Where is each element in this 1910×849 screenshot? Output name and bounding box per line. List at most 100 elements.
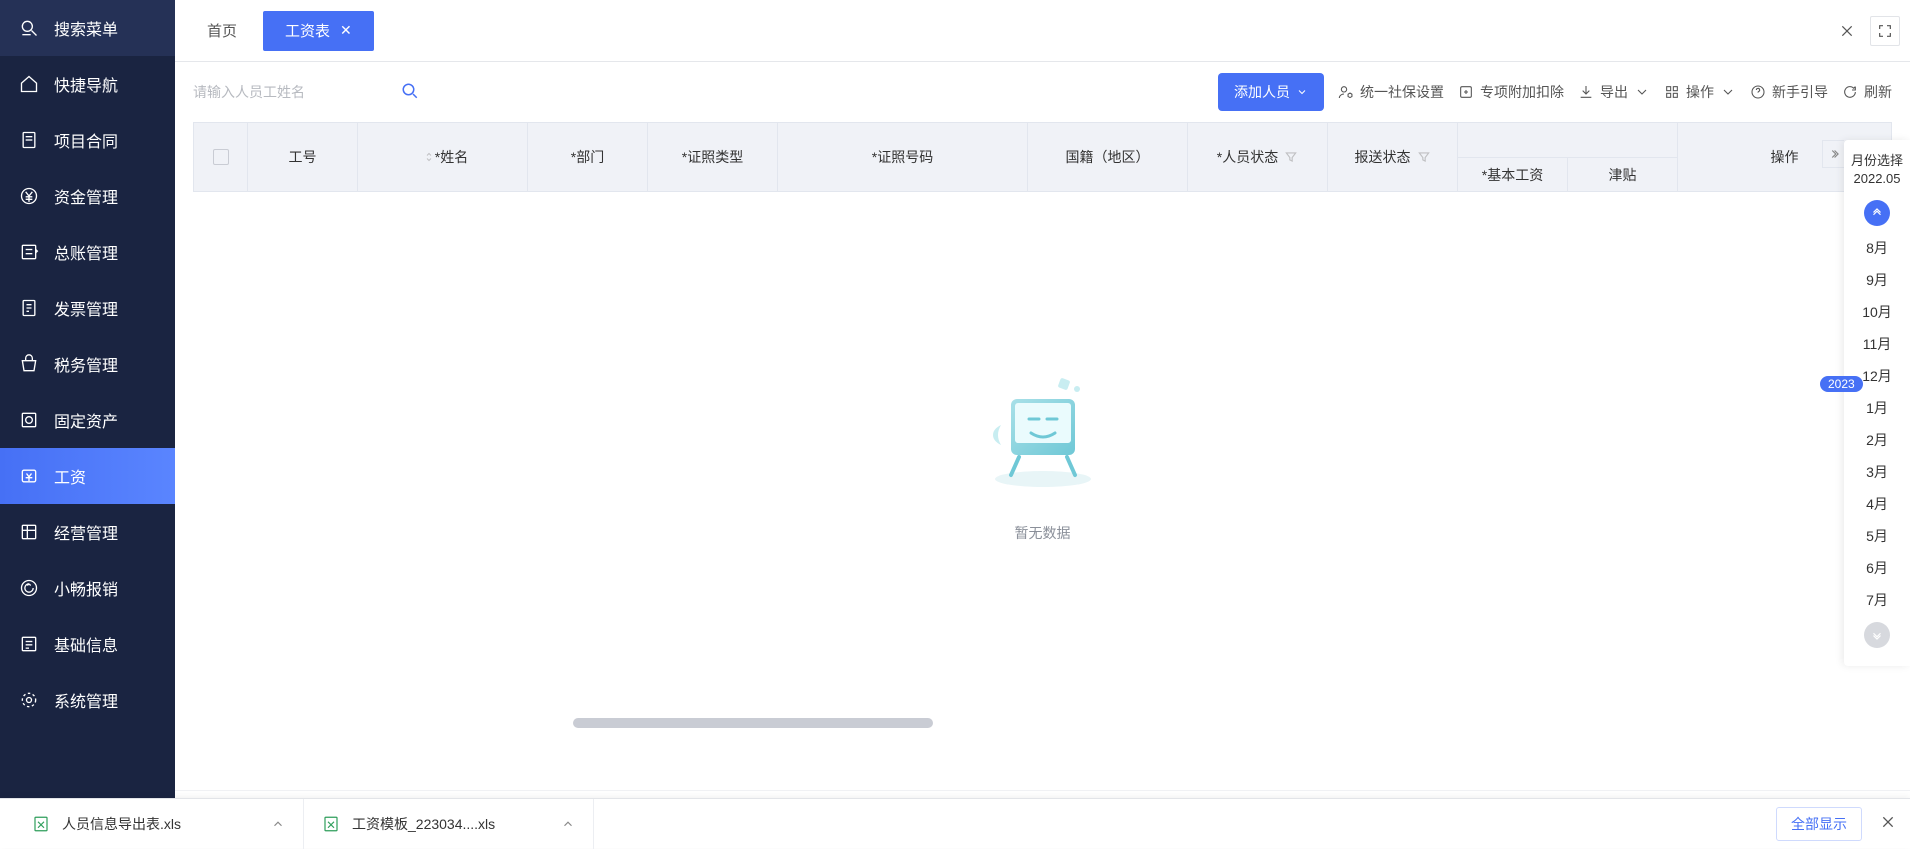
month-item[interactable]: 6月: [1844, 552, 1910, 584]
download-bar-right: 全部显示: [1776, 807, 1896, 841]
tabbar-actions: [1832, 16, 1900, 46]
link-label: 统一社保设置: [1360, 82, 1444, 102]
sidebar-item-search-menu[interactable]: 搜索菜单: [0, 0, 175, 56]
th-status[interactable]: *人员状态: [1188, 123, 1328, 191]
month-item[interactable]: 2月: [1844, 424, 1910, 456]
sidebar-item-project-contract[interactable]: 项目合同: [0, 112, 175, 168]
month-item[interactable]: 4月: [1844, 488, 1910, 520]
button-label: 添加人员: [1234, 82, 1290, 102]
month-item[interactable]: 9月: [1844, 264, 1910, 296]
export-button[interactable]: 导出: [1578, 82, 1650, 102]
sidebar-item-business[interactable]: 经营管理: [0, 504, 175, 560]
main: 首页 工资表 ✕ 添加人员 统一社保设置: [175, 0, 1910, 848]
file-icon: [18, 129, 40, 151]
asset-icon: [18, 409, 40, 431]
search-icon[interactable]: [401, 82, 419, 103]
sidebar-item-reimburse[interactable]: 小畅报销: [0, 560, 175, 616]
excel-file-icon: [322, 815, 340, 833]
special-deduction-button[interactable]: 专项附加扣除: [1458, 82, 1564, 102]
th-dept[interactable]: *部门: [528, 123, 648, 191]
sidebar-item-quick-nav[interactable]: 快捷导航: [0, 56, 175, 112]
month-item[interactable]: 7月: [1844, 584, 1910, 616]
sidebar-item-label: 基础信息: [54, 632, 118, 656]
month-item[interactable]: 3月: [1844, 456, 1910, 488]
action-button[interactable]: 操作: [1664, 82, 1736, 102]
show-all-downloads[interactable]: 全部显示: [1776, 807, 1862, 841]
download-item[interactable]: 人员信息导出表.xls: [14, 799, 304, 849]
th-nation[interactable]: 国籍（地区）: [1028, 123, 1188, 191]
download-bar: 人员信息导出表.xls 工资模板_223034....xls 全部显示: [0, 798, 1910, 848]
add-person-button[interactable]: 添加人员: [1218, 73, 1324, 111]
home-icon: [18, 73, 40, 95]
download-item[interactable]: 工资模板_223034....xls: [304, 799, 594, 849]
close-tab-icon[interactable]: ✕: [340, 22, 352, 39]
sidebar-item-label: 资金管理: [54, 184, 118, 208]
sidebar-item-asset[interactable]: 固定资产: [0, 392, 175, 448]
month-item[interactable]: 5月: [1844, 520, 1910, 552]
chevron-up-icon[interactable]: [271, 817, 285, 831]
filter-icon[interactable]: [1417, 150, 1431, 164]
month-scroll-down[interactable]: [1864, 622, 1890, 648]
th-idno[interactable]: *证照号码: [778, 123, 1028, 191]
tab-bar: 首页 工资表 ✕: [175, 0, 1910, 62]
refresh-icon: [1842, 84, 1858, 100]
sidebar-item-invoice[interactable]: 发票管理: [0, 280, 175, 336]
search-menu-icon: [18, 17, 40, 39]
month-list: 8月9月10月11月12月20231月2月3月4月5月6月7月: [1844, 232, 1910, 616]
table-header: 工号 *姓名 *部门 *证照类型 *证照号码 国籍（地区） *人员状态 报送状态: [193, 122, 1892, 192]
empty-illustration-icon: [973, 361, 1113, 501]
month-panel-date: 2022.05: [1844, 171, 1910, 194]
month-item[interactable]: 10月: [1844, 296, 1910, 328]
month-item[interactable]: 1月: [1844, 392, 1910, 424]
month-panel-title: 月份选择: [1844, 148, 1910, 171]
refresh-button[interactable]: 刷新: [1842, 82, 1892, 102]
search-box: [193, 74, 423, 110]
th-idtype[interactable]: *证照类型: [648, 123, 778, 191]
tab-salary-sheet[interactable]: 工资表 ✕: [263, 11, 374, 51]
export-icon: [1578, 84, 1594, 100]
sidebar-item-system[interactable]: 系统管理: [0, 672, 175, 728]
toolbar: 添加人员 统一社保设置 专项附加扣除 导出 操作: [175, 62, 1910, 122]
th-base-salary[interactable]: *基本工资: [1458, 158, 1568, 191]
close-all-tabs-button[interactable]: [1832, 16, 1862, 46]
chevron-up-icon[interactable]: [561, 817, 575, 831]
filter-icon[interactable]: [1284, 150, 1298, 164]
link-label: 专项附加扣除: [1480, 82, 1564, 102]
empty-text: 暂无数据: [1015, 523, 1071, 543]
social-insurance-button[interactable]: 统一社保设置: [1338, 82, 1444, 102]
month-panel-collapse[interactable]: [1822, 140, 1844, 168]
month-item[interactable]: 11月: [1844, 328, 1910, 360]
sidebar-item-ledger[interactable]: 总账管理: [0, 224, 175, 280]
sidebar-item-label: 快捷导航: [54, 72, 118, 96]
sidebar-item-salary[interactable]: 工资: [0, 448, 175, 504]
tab-label: 工资表: [285, 20, 330, 41]
horizontal-scrollbar[interactable]: [193, 718, 1892, 730]
deduction-icon: [1458, 84, 1474, 100]
sidebar-item-tax[interactable]: 税务管理: [0, 336, 175, 392]
info-icon: [18, 633, 40, 655]
scrollbar-thumb[interactable]: [573, 718, 933, 728]
tax-icon: [18, 353, 40, 375]
sidebar-item-fund[interactable]: 资金管理: [0, 168, 175, 224]
sidebar-item-label: 发票管理: [54, 296, 118, 320]
th-name[interactable]: *姓名: [358, 123, 528, 191]
link-label: 新手引导: [1772, 82, 1828, 102]
select-all-checkbox[interactable]: [213, 149, 229, 165]
th-allowance[interactable]: 津贴: [1568, 158, 1677, 191]
month-scroll-up[interactable]: [1864, 200, 1890, 226]
month-item[interactable]: 8月: [1844, 232, 1910, 264]
sidebar-item-basic-info[interactable]: 基础信息: [0, 616, 175, 672]
guide-button[interactable]: 新手引导: [1750, 82, 1828, 102]
download-filename: 人员信息导出表.xls: [62, 814, 181, 834]
tab-home[interactable]: 首页: [185, 11, 259, 51]
link-label: 导出: [1600, 82, 1628, 102]
search-input[interactable]: [193, 74, 423, 110]
chevron-down-icon: [1634, 84, 1650, 100]
sidebar-items: 搜索菜单 快捷导航 项目合同 资金管理 总账管理 发票管理: [0, 0, 175, 798]
close-download-bar[interactable]: [1880, 814, 1896, 833]
th-id[interactable]: 工号: [248, 123, 358, 191]
sidebar-item-label: 项目合同: [54, 128, 118, 152]
th-report[interactable]: 报送状态: [1328, 123, 1458, 191]
month-panel: 月份选择 2022.05 8月9月10月11月12月20231月2月3月4月5月…: [1844, 140, 1910, 666]
fullscreen-button[interactable]: [1870, 16, 1900, 46]
